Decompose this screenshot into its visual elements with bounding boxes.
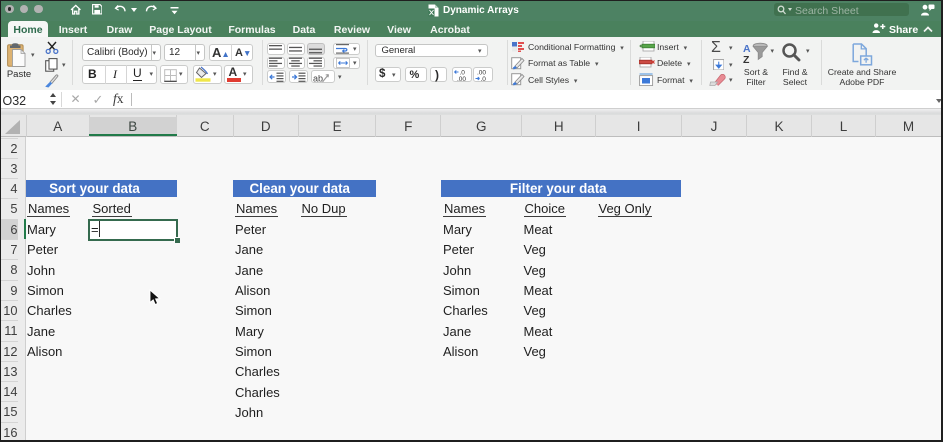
svg-text:ab: ab bbox=[313, 73, 323, 83]
svg-text:Z: Z bbox=[743, 54, 750, 64]
svg-text:.00: .00 bbox=[457, 76, 466, 82]
svg-text:.0: .0 bbox=[480, 76, 486, 82]
